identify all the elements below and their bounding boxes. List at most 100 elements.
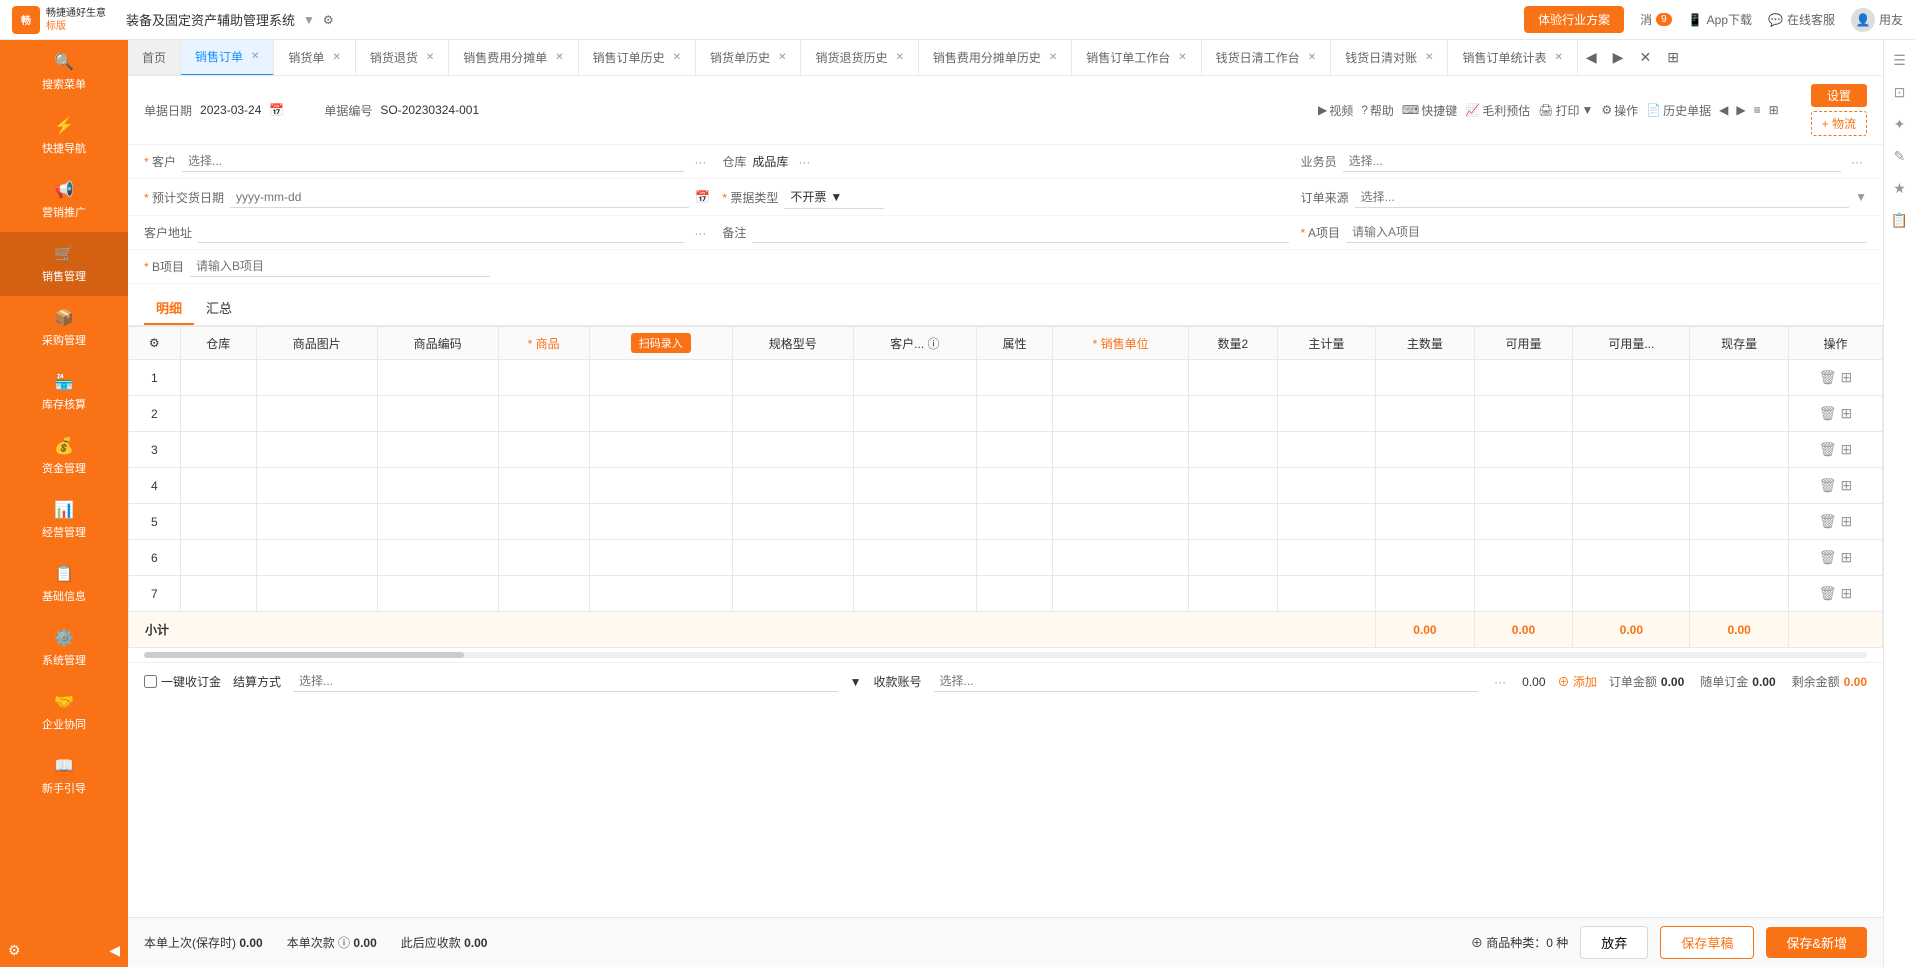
delete-btn-4[interactable]: 🗑 xyxy=(1819,477,1837,494)
td-available-6[interactable] xyxy=(1474,540,1573,576)
copy-btn-6[interactable]: ⊞ xyxy=(1840,549,1852,566)
message-btn[interactable]: 消 9 xyxy=(1640,11,1672,28)
td-code-2[interactable] xyxy=(377,396,498,432)
tab-invoice-history-close[interactable]: ✕ xyxy=(778,52,786,63)
td-available2-3[interactable] xyxy=(1573,432,1690,468)
td-spec-3[interactable] xyxy=(732,432,853,468)
td-spec-4[interactable] xyxy=(732,468,853,504)
td-customer-code-4[interactable] xyxy=(853,468,976,504)
sidebar-item-quick[interactable]: ⚡ 快捷导航 xyxy=(0,104,128,168)
pay-method-arrow[interactable]: ▼ xyxy=(850,675,862,689)
td-attr-5[interactable] xyxy=(977,504,1053,540)
account-input[interactable] xyxy=(934,671,1479,692)
td-current-4[interactable] xyxy=(1690,468,1789,504)
td-main-qty-3[interactable] xyxy=(1376,432,1475,468)
tab-menu-btn[interactable]: ✕ xyxy=(1631,40,1659,76)
tab-sales-order-history-close[interactable]: ✕ xyxy=(673,52,681,63)
scan-btn[interactable]: 扫码录入 xyxy=(631,333,691,353)
td-available-2[interactable] xyxy=(1474,396,1573,432)
sidebar-settings-btn[interactable]: ⚙ xyxy=(8,942,21,959)
td-available2-6[interactable] xyxy=(1573,540,1690,576)
sidebar-item-guide[interactable]: 📖 新手引导 xyxy=(0,744,128,808)
td-attr-3[interactable] xyxy=(977,432,1053,468)
customer-more-btn[interactable]: ··· xyxy=(690,155,710,169)
history-btn[interactable]: 📄 历史单据 xyxy=(1646,102,1711,119)
td-image-6[interactable] xyxy=(256,540,377,576)
delivery-date-icon[interactable]: 📅 xyxy=(695,190,710,204)
td-code-7[interactable] xyxy=(377,576,498,612)
warehouse-more-btn[interactable]: ··· xyxy=(794,155,814,169)
td-product-1[interactable] xyxy=(498,360,589,396)
td-attr-4[interactable] xyxy=(977,468,1053,504)
industry-btn[interactable]: 体验行业方案 xyxy=(1524,6,1624,33)
tab-summary[interactable]: 汇总 xyxy=(194,292,244,325)
td-main-qty-7[interactable] xyxy=(1376,576,1475,612)
tab-home[interactable]: 首页 xyxy=(128,40,181,76)
td-product-5[interactable] xyxy=(498,504,589,540)
td-image-2[interactable] xyxy=(256,396,377,432)
print-btn[interactable]: 🖨 打印 ▼ xyxy=(1538,102,1593,119)
td-main-unit-4[interactable] xyxy=(1277,468,1376,504)
td-available2-5[interactable] xyxy=(1573,504,1690,540)
delivery-date-input[interactable] xyxy=(230,187,689,208)
copy-btn-5[interactable]: ⊞ xyxy=(1840,513,1852,530)
td-spec-6[interactable] xyxy=(732,540,853,576)
b-project-input[interactable] xyxy=(190,256,490,277)
td-current-3[interactable] xyxy=(1690,432,1789,468)
td-image-3[interactable] xyxy=(256,432,377,468)
tab-invoice-history[interactable]: 销货单历史 ✕ xyxy=(696,40,801,76)
td-attr-6[interactable] xyxy=(977,540,1053,576)
td-available-3[interactable] xyxy=(1474,432,1573,468)
td-customer-code-6[interactable] xyxy=(853,540,976,576)
table-scrollbar[interactable] xyxy=(128,648,1883,662)
tab-sales-return[interactable]: 销货退货 ✕ xyxy=(356,40,449,76)
tab-next-btn[interactable]: ▶ xyxy=(1605,40,1632,76)
td-code-3[interactable] xyxy=(377,432,498,468)
address-more-btn[interactable]: ··· xyxy=(690,226,710,240)
td-code-4[interactable] xyxy=(377,468,498,504)
td-current-7[interactable] xyxy=(1690,576,1789,612)
tab-daily-workbench[interactable]: 钱货日清工作台 ✕ xyxy=(1202,40,1331,76)
td-spec-7[interactable] xyxy=(732,576,853,612)
sidebar-item-operations[interactable]: 📊 经营管理 xyxy=(0,488,128,552)
online-service-btn[interactable]: 💬 在线客服 xyxy=(1768,11,1835,28)
delete-btn-5[interactable]: 🗑 xyxy=(1819,513,1837,530)
td-attr-1[interactable] xyxy=(977,360,1053,396)
td-product-7[interactable] xyxy=(498,576,589,612)
td-current-5[interactable] xyxy=(1690,504,1789,540)
td-attr-2[interactable] xyxy=(977,396,1053,432)
right-panel-icon-4[interactable]: ✎ xyxy=(1888,144,1912,168)
td-warehouse-2[interactable] xyxy=(180,396,256,432)
tab-stats[interactable]: 销售订单统计表 ✕ xyxy=(1448,40,1577,76)
td-unit-7[interactable] xyxy=(1053,576,1189,612)
tab-prev-btn[interactable]: ◀ xyxy=(1578,40,1605,76)
delete-btn-7[interactable]: 🗑 xyxy=(1819,585,1837,602)
td-warehouse-5[interactable] xyxy=(180,504,256,540)
right-panel-icon-1[interactable]: ☰ xyxy=(1888,48,1912,72)
customer-input[interactable] xyxy=(182,151,684,172)
td-qty2-6[interactable] xyxy=(1188,540,1277,576)
invoice-type-select[interactable]: 不开票 ▼ xyxy=(784,185,884,209)
td-main-qty-2[interactable] xyxy=(1376,396,1475,432)
copy-btn-1[interactable]: ⊞ xyxy=(1840,369,1852,386)
td-qty2-4[interactable] xyxy=(1188,468,1277,504)
tab-sales-order-history[interactable]: 销售订单历史 ✕ xyxy=(579,40,696,76)
td-qty2-2[interactable] xyxy=(1188,396,1277,432)
td-image-1[interactable] xyxy=(256,360,377,396)
sidebar-item-finance[interactable]: 💰 资金管理 xyxy=(0,424,128,488)
sidebar-item-basic[interactable]: 📋 基础信息 xyxy=(0,552,128,616)
help-btn[interactable]: ? 帮助 xyxy=(1361,102,1394,119)
td-warehouse-6[interactable] xyxy=(180,540,256,576)
tab-reconcile-close[interactable]: ✕ xyxy=(1425,52,1433,63)
td-current-6[interactable] xyxy=(1690,540,1789,576)
sidebar-item-system[interactable]: ⚙️ 系统管理 xyxy=(0,616,128,680)
td-image-4[interactable] xyxy=(256,468,377,504)
sidebar-item-inventory[interactable]: 🏪 库存核算 xyxy=(0,360,128,424)
th-scan[interactable]: 扫码录入 xyxy=(589,327,732,360)
add-material-btn[interactable]: + 物流 xyxy=(1811,111,1867,136)
order-source-arrow[interactable]: ▼ xyxy=(1855,190,1867,204)
a-project-input[interactable] xyxy=(1346,222,1867,243)
delete-btn-6[interactable]: 🗑 xyxy=(1819,549,1837,566)
sidebar-item-marketing[interactable]: 📢 营销推广 xyxy=(0,168,128,232)
delete-btn-3[interactable]: 🗑 xyxy=(1819,441,1837,458)
